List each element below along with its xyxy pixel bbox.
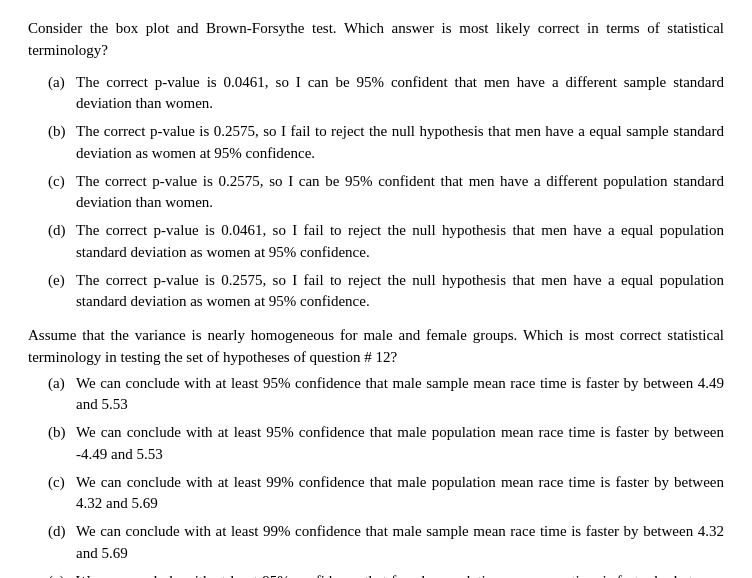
list-item: (e) The correct p-value is 0.2575, so I … (48, 270, 724, 314)
option-text-e2: We can conclude with at least 95% confid… (76, 571, 724, 579)
list-item: (c) We can conclude with at least 99% co… (48, 472, 724, 516)
list-item: (a) The correct p-value is 0.0461, so I … (48, 72, 724, 116)
option-text-b2: We can conclude with at least 95% confid… (76, 422, 724, 466)
option-label-a2: (a) (48, 373, 76, 395)
option-label-e2: (e) (48, 571, 76, 579)
list-item: (d) The correct p-value is 0.0461, so I … (48, 220, 724, 264)
option-label-d1: (d) (48, 220, 76, 242)
question2-options: (a) We can conclude with at least 95% co… (48, 373, 724, 579)
question2-prompt: Assume that the variance is nearly homog… (28, 325, 724, 369)
option-label-d2: (d) (48, 521, 76, 543)
option-label-b1: (b) (48, 121, 76, 143)
option-label-a1: (a) (48, 72, 76, 94)
option-label-b2: (b) (48, 422, 76, 444)
option-label-e1: (e) (48, 270, 76, 292)
option-text-e1: The correct p-value is 0.2575, so I fail… (76, 270, 724, 314)
option-text-d2: We can conclude with at least 99% confid… (76, 521, 724, 565)
option-text-a1: The correct p-value is 0.0461, so I can … (76, 72, 724, 116)
list-item: (d) We can conclude with at least 99% co… (48, 521, 724, 565)
option-label-c1: (c) (48, 171, 76, 193)
option-text-b1: The correct p-value is 0.2575, so I fail… (76, 121, 724, 165)
list-item: (b) We can conclude with at least 95% co… (48, 422, 724, 466)
list-item: (c) The correct p-value is 0.2575, so I … (48, 171, 724, 215)
option-text-c2: We can conclude with at least 99% confid… (76, 472, 724, 516)
question1-prompt: Consider the box plot and Brown-Forsythe… (28, 18, 724, 62)
list-item: (a) We can conclude with at least 95% co… (48, 373, 724, 417)
option-label-c2: (c) (48, 472, 76, 494)
option-text-a2: We can conclude with at least 95% confid… (76, 373, 724, 417)
question1-options: (a) The correct p-value is 0.0461, so I … (48, 72, 724, 314)
option-text-c1: The correct p-value is 0.2575, so I can … (76, 171, 724, 215)
option-text-d1: The correct p-value is 0.0461, so I fail… (76, 220, 724, 264)
list-item: (b) The correct p-value is 0.2575, so I … (48, 121, 724, 165)
list-item: (e) We can conclude with at least 95% co… (48, 571, 724, 579)
